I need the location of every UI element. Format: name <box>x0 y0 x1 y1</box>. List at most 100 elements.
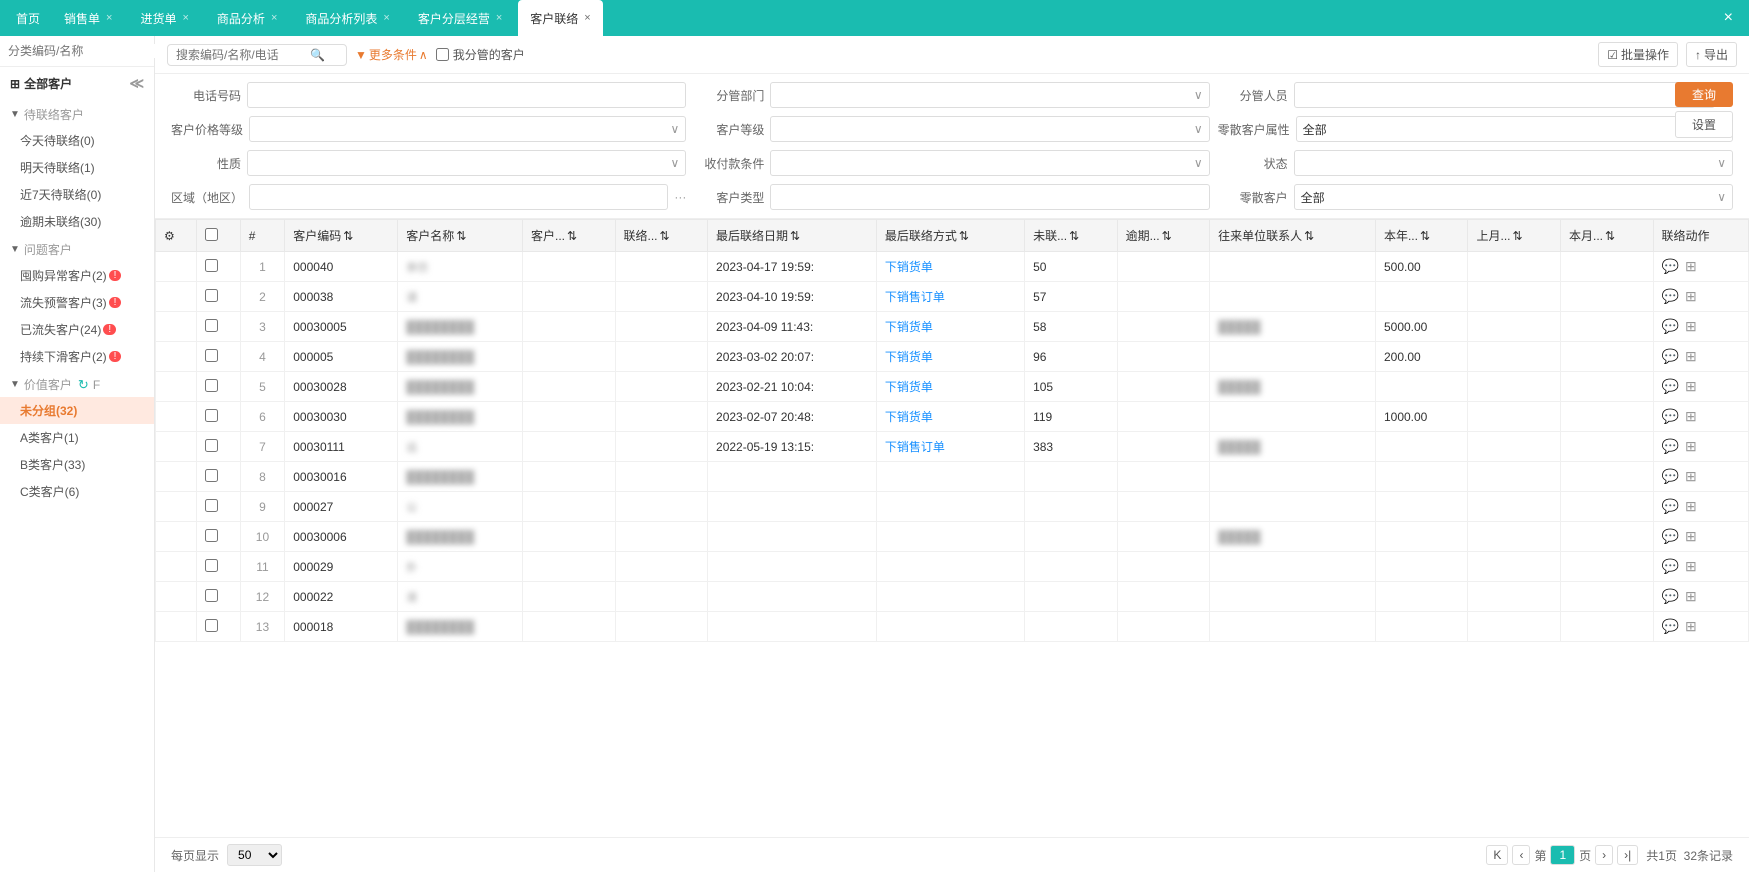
row-checkbox[interactable] <box>205 499 218 512</box>
checkbox-cell[interactable] <box>196 282 240 312</box>
product-analysis-tab[interactable]: 商品分析 × <box>205 0 289 36</box>
last-page-button[interactable]: ›| <box>1617 845 1638 865</box>
chat-icon[interactable]: 💬 <box>1662 528 1679 545</box>
customer-contact-tab[interactable]: 客户联络 × <box>518 0 602 36</box>
checkbox-cell[interactable] <box>196 342 240 372</box>
my-customers-checkbox[interactable] <box>436 48 449 61</box>
sidebar-item-churned[interactable]: 已流失客户(24) ! <box>0 316 154 343</box>
no-contact-col-header[interactable]: 未联...⇅ <box>1025 220 1118 252</box>
checkbox-cell[interactable] <box>196 252 240 282</box>
select-all-checkbox[interactable] <box>205 228 218 241</box>
checkbox-cell[interactable] <box>196 552 240 582</box>
home-tab[interactable]: 首页 <box>8 0 48 36</box>
purchase-tab[interactable]: 进货单 × <box>128 0 200 36</box>
product-analysis-close[interactable]: × <box>271 12 277 24</box>
sidebar-item-class-c[interactable]: C类客户(6) <box>0 478 154 505</box>
pending-contact-group[interactable]: ▼ 待联络客户 <box>0 100 154 127</box>
next-page-button[interactable]: › <box>1595 845 1613 865</box>
region-input[interactable] <box>249 184 668 210</box>
row-checkbox[interactable] <box>205 349 218 362</box>
row-checkbox[interactable] <box>205 619 218 632</box>
chat-icon[interactable]: 💬 <box>1662 378 1679 395</box>
export-button[interactable]: ↑ 导出 <box>1686 42 1737 67</box>
row-checkbox[interactable] <box>205 469 218 482</box>
region-more-icon[interactable]: ··· <box>674 190 686 204</box>
retail-customer-select[interactable]: 全部 ∨ <box>1294 184 1733 210</box>
grid-action-icon[interactable]: ⊞ <box>1685 258 1697 275</box>
customer-type-input[interactable] <box>770 184 1209 210</box>
row-checkbox[interactable] <box>205 439 218 452</box>
company-contact-col-header[interactable]: 往来单位联系人⇅ <box>1210 220 1376 252</box>
checkbox-cell[interactable] <box>196 582 240 612</box>
checkbox-cell[interactable] <box>196 312 240 342</box>
customer-level-select[interactable]: ∨ <box>770 116 1209 142</box>
sidebar-search-input[interactable] <box>8 44 163 58</box>
grid-action-icon[interactable]: ⊞ <box>1685 468 1697 485</box>
batch-operation-button[interactable]: ☑ 批量操作 <box>1598 42 1678 67</box>
chat-icon[interactable]: 💬 <box>1662 558 1679 575</box>
chat-icon[interactable]: 💬 <box>1662 258 1679 275</box>
refresh-icon[interactable]: ↻ <box>78 377 89 393</box>
grid-action-icon[interactable]: ⊞ <box>1685 618 1697 635</box>
grid-action-icon[interactable]: ⊞ <box>1685 408 1697 425</box>
settings-col-header[interactable]: ⚙ <box>156 220 197 252</box>
sidebar-item-week-pending[interactable]: 近7天待联络(0) <box>0 181 154 208</box>
checkbox-cell[interactable] <box>196 492 240 522</box>
checkbox-cell[interactable] <box>196 372 240 402</box>
chat-icon[interactable]: 💬 <box>1662 618 1679 635</box>
chat-icon[interactable]: 💬 <box>1662 438 1679 455</box>
chat-icon[interactable]: 💬 <box>1662 468 1679 485</box>
product-analysis-list-tab[interactable]: 商品分析列表 × <box>293 0 401 36</box>
phone-input[interactable] <box>247 82 686 108</box>
per-page-select[interactable]: 50 100 200 <box>227 844 282 866</box>
sales-tab[interactable]: 销售单 × <box>52 0 124 36</box>
this-year-col-header[interactable]: 本年...⇅ <box>1375 220 1468 252</box>
sidebar-item-churn-warning[interactable]: 流失预警客户(3) ! <box>0 289 154 316</box>
checkbox-cell[interactable] <box>196 462 240 492</box>
product-analysis-list-close[interactable]: × <box>383 12 389 24</box>
customer-segment-close[interactable]: × <box>496 12 502 24</box>
row-checkbox[interactable] <box>205 559 218 572</box>
first-page-button[interactable]: K <box>1486 845 1508 865</box>
grid-action-icon[interactable]: ⊞ <box>1685 348 1697 365</box>
main-search-icon[interactable]: 🔍 <box>310 48 325 62</box>
last-method-col-header[interactable]: 最后联络方式⇅ <box>876 220 1024 252</box>
row-checkbox[interactable] <box>205 379 218 392</box>
grid-action-icon[interactable]: ⊞ <box>1685 498 1697 515</box>
prev-page-button[interactable]: ‹ <box>1512 845 1530 865</box>
window-close-button[interactable]: × <box>1716 9 1741 27</box>
purchase-tab-close[interactable]: × <box>182 12 188 24</box>
row-checkbox[interactable] <box>205 589 218 602</box>
grid-action-icon[interactable]: ⊞ <box>1685 438 1697 455</box>
more-conditions-btn[interactable]: ▼ 更多条件 ∧ <box>355 46 428 63</box>
sidebar-item-abnormal[interactable]: 囤购异常客户(2) ! <box>0 262 154 289</box>
value-customer-group[interactable]: ▼ 价值客户 ↻ F <box>0 370 154 397</box>
row-checkbox[interactable] <box>205 319 218 332</box>
sidebar-item-overdue-pending[interactable]: 逾期未联络(30) <box>0 208 154 235</box>
customer-segment-tab[interactable]: 客户分层经营 × <box>406 0 514 36</box>
reset-button[interactable]: 设置 <box>1675 111 1733 138</box>
grid-action-icon[interactable]: ⊞ <box>1685 588 1697 605</box>
checkbox-cell[interactable] <box>196 432 240 462</box>
contact-col-header[interactable]: 联络...⇅ <box>615 220 708 252</box>
sidebar-item-tomorrow-pending[interactable]: 明天待联络(1) <box>0 154 154 181</box>
chat-icon[interactable]: 💬 <box>1662 588 1679 605</box>
grid-action-icon[interactable]: ⊞ <box>1685 558 1697 575</box>
grid-action-icon[interactable]: ⊞ <box>1685 288 1697 305</box>
sidebar-item-declining[interactable]: 持续下滑客户(2) ! <box>0 343 154 370</box>
grid-action-icon[interactable]: ⊞ <box>1685 528 1697 545</box>
row-checkbox[interactable] <box>205 529 218 542</box>
collapse-icon[interactable]: ≪ <box>129 75 144 92</box>
all-customers-header[interactable]: ⊞ 全部客户 ≪ <box>0 67 154 100</box>
type-col-header[interactable]: 客户...⇅ <box>522 220 615 252</box>
my-customers-checkbox-label[interactable]: 我分管的客户 <box>436 46 525 63</box>
manager-input[interactable] <box>1294 82 1715 108</box>
grid-action-icon[interactable]: ⊞ <box>1685 378 1697 395</box>
customer-contact-close[interactable]: × <box>584 12 590 24</box>
chat-icon[interactable]: 💬 <box>1662 498 1679 515</box>
status-select[interactable]: ∨ <box>1294 150 1733 176</box>
grid-action-icon[interactable]: ⊞ <box>1685 318 1697 335</box>
this-month-col-header[interactable]: 本月...⇅ <box>1561 220 1654 252</box>
dept-select[interactable]: ∨ <box>770 82 1209 108</box>
nature-select[interactable]: ∨ <box>247 150 686 176</box>
